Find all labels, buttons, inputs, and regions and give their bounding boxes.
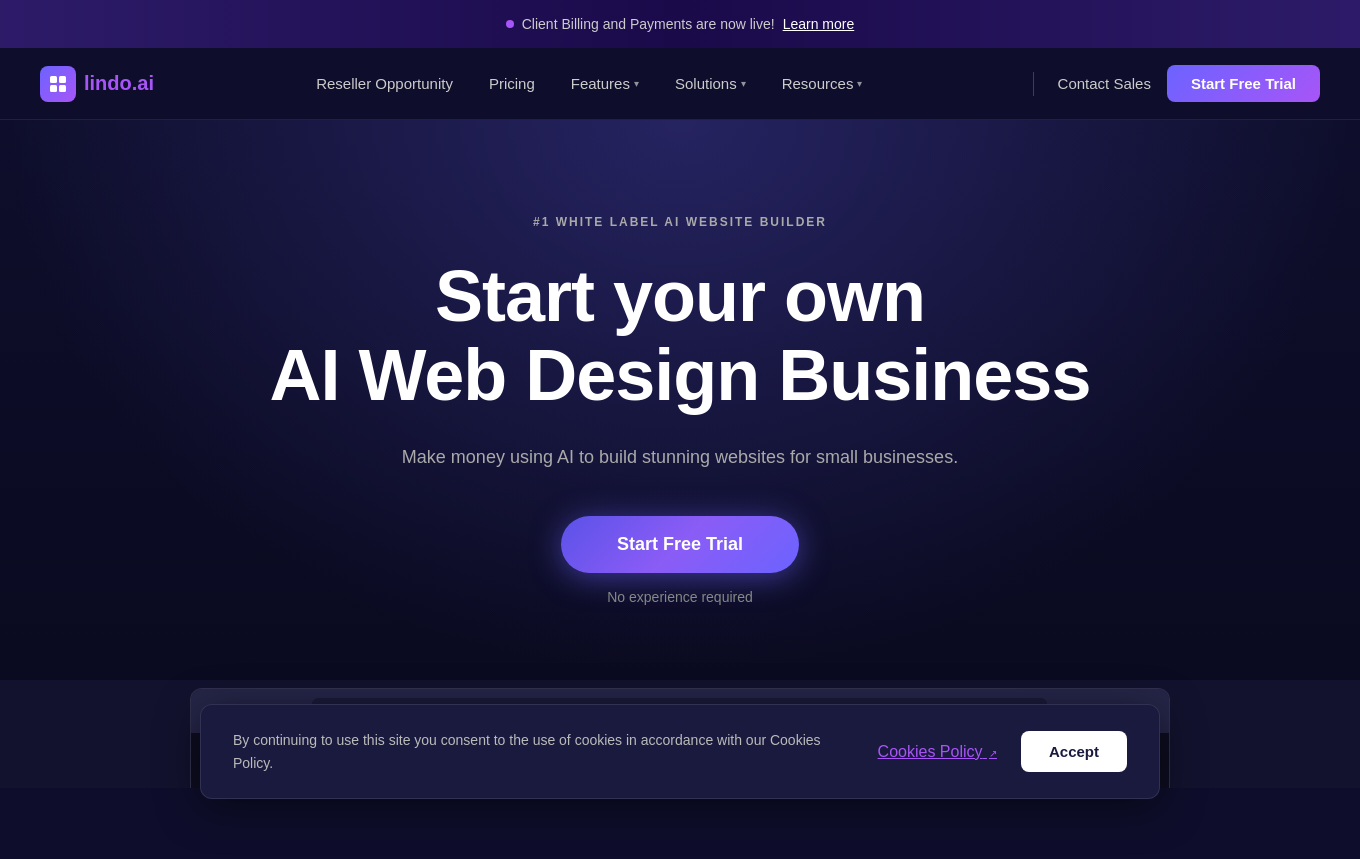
external-link-icon: ↗	[989, 748, 997, 759]
hero-badge: #1 WHITE LABEL AI WEBSITE BUILDER	[533, 215, 827, 229]
hero-start-trial-button[interactable]: Start Free Trial	[561, 516, 799, 573]
nav-links: Reseller Opportunity Pricing Features ▾ …	[302, 67, 876, 100]
features-chevron: ▾	[634, 78, 639, 89]
cookie-banner: By continuing to use this site you conse…	[200, 704, 1160, 799]
no-experience-label: No experience required	[607, 589, 753, 605]
nav-start-trial-button[interactable]: Start Free Trial	[1167, 65, 1320, 102]
nav-resources[interactable]: Resources ▾	[768, 67, 877, 100]
announcement-dot	[506, 20, 514, 28]
cookie-text: By continuing to use this site you conse…	[233, 729, 838, 774]
contact-sales-link[interactable]: Contact Sales	[1058, 75, 1151, 92]
resources-chevron: ▾	[857, 78, 862, 89]
svg-rect-1	[59, 76, 66, 83]
nav-right: Contact Sales Start Free Trial	[1025, 65, 1320, 102]
svg-rect-2	[50, 85, 57, 92]
hero-title: Start your own AI Web Design Business	[270, 257, 1091, 415]
svg-rect-3	[59, 85, 66, 92]
logo-svg	[48, 74, 68, 94]
learn-more-link[interactable]: Learn more	[783, 16, 855, 32]
announcement-text: Client Billing and Payments are now live…	[522, 16, 775, 32]
cookies-policy-link[interactable]: Cookies Policy ↗	[878, 743, 997, 761]
nav-divider	[1033, 72, 1034, 96]
nav-solutions[interactable]: Solutions ▾	[661, 67, 760, 100]
cookie-actions: Cookies Policy ↗ Accept	[878, 731, 1127, 772]
accept-cookies-button[interactable]: Accept	[1021, 731, 1127, 772]
hero-section: #1 WHITE LABEL AI WEBSITE BUILDER Start …	[0, 120, 1360, 680]
nav-features[interactable]: Features ▾	[557, 67, 653, 100]
logo[interactable]: lindo.ai	[40, 66, 154, 102]
logo-icon	[40, 66, 76, 102]
hero-subtitle: Make money using AI to build stunning we…	[402, 443, 958, 472]
svg-rect-0	[50, 76, 57, 83]
solutions-chevron: ▾	[741, 78, 746, 89]
nav-reseller[interactable]: Reseller Opportunity	[302, 67, 467, 100]
navbar: lindo.ai Reseller Opportunity Pricing Fe…	[0, 48, 1360, 120]
nav-pricing[interactable]: Pricing	[475, 67, 549, 100]
logo-wordmark: lindo.ai	[84, 72, 154, 95]
announcement-banner: Client Billing and Payments are now live…	[0, 0, 1360, 48]
